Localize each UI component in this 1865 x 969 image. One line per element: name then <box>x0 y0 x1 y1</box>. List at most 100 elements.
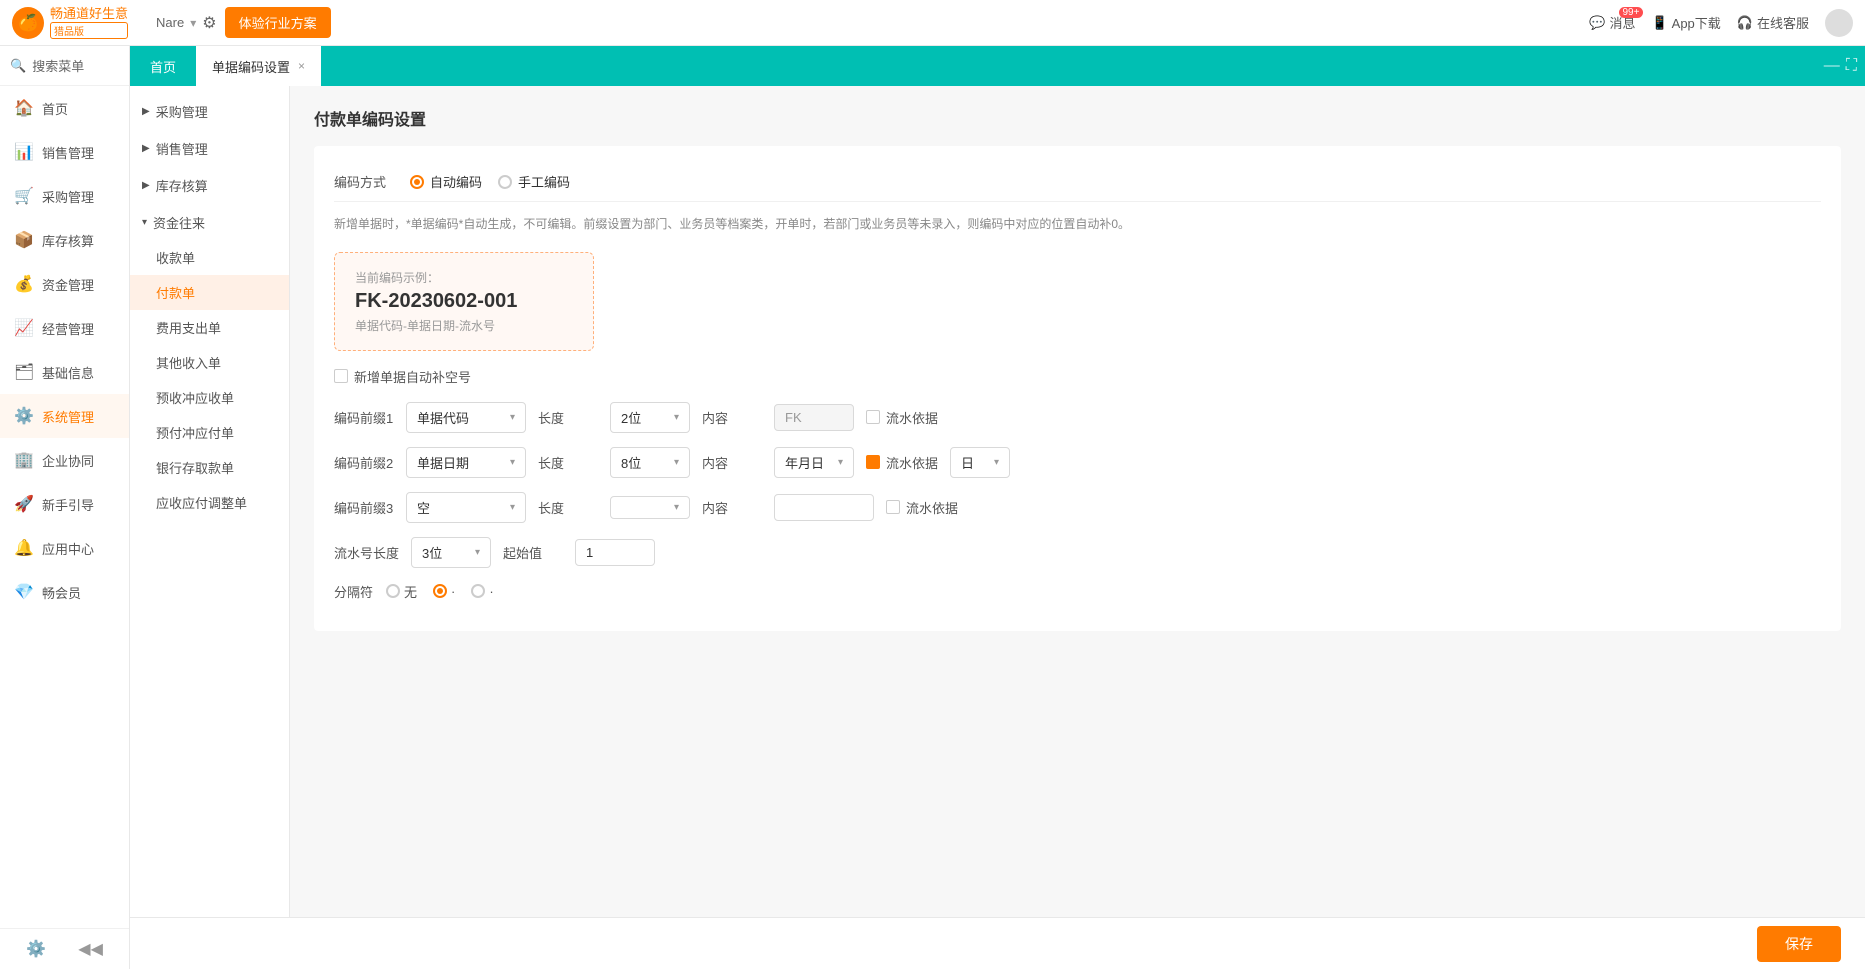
content2-select[interactable]: 年月日 ▾ <box>774 447 854 478</box>
sidebar-item-system[interactable]: ⚙️ 系统管理 <box>0 394 129 438</box>
nav-group-purchase-title[interactable]: ▶采购管理 <box>130 94 289 129</box>
sidebar: 🔍 搜索菜单 🏠 首页 📊 销售管理 🛒 采购管理 📦 库存核算 💰 资金管理 … <box>0 46 130 969</box>
save-button[interactable]: 保存 <box>1757 926 1841 962</box>
settings-icon[interactable]: ⚙ <box>202 13 216 33</box>
sidebar-item-apps[interactable]: 🔔 应用中心 <box>0 526 129 570</box>
search-icon: 🔍 <box>10 58 26 74</box>
basic-info-icon: 🗂 <box>14 362 34 382</box>
experience-button[interactable]: 体验行业方案 <box>225 7 331 38</box>
flow2-option-select[interactable]: 日 ▾ <box>950 447 1010 478</box>
sidebar-item-inventory[interactable]: 📦 库存核算 <box>0 218 129 262</box>
flow3-checkbox-row[interactable]: 流水依据 <box>886 498 958 517</box>
sidebar-item-operations[interactable]: 📈 经营管理 <box>0 306 129 350</box>
nav-group-finance-title[interactable]: ▾资金往来 <box>130 205 289 240</box>
nav-chevron-icon: ▾ <box>190 16 196 30</box>
top-bar-left: 🍊 畅通道好生意 猎品版 Nare ▾ ⚙ 体验行业方案 <box>12 6 331 39</box>
nav-item-prepay-payable[interactable]: 预付冲应付单 <box>130 415 289 450</box>
serial-length-select[interactable]: 3位 ▾ <box>411 537 491 568</box>
prefix1-arrow-icon: ▾ <box>510 412 515 423</box>
auto-fill-checkbox[interactable] <box>334 369 348 383</box>
inventory-icon: 📦 <box>14 230 34 250</box>
start-value-input[interactable] <box>575 539 655 566</box>
nav-item-other-income[interactable]: 其他收入单 <box>130 345 289 380</box>
sidebar-item-guide[interactable]: 🚀 新手引导 <box>0 482 129 526</box>
operations-icon: 📈 <box>14 318 34 338</box>
logo-text: 畅通道好生意 猎品版 <box>50 6 128 39</box>
avatar[interactable] <box>1825 9 1853 37</box>
radio-auto-encode[interactable]: 自动编码 <box>410 172 482 191</box>
length2-select[interactable]: 8位 ▾ <box>610 447 690 478</box>
sidebar-item-basic-info[interactable]: 🗂 基础信息 <box>0 350 129 394</box>
nav-item-bank[interactable]: 银行存取款单 <box>130 450 289 485</box>
tab-minimize-icon[interactable]: — <box>1824 57 1840 75</box>
nav-item-payment[interactable]: 付款单 <box>130 275 289 310</box>
separator-label: 分隔符 <box>334 582 374 601</box>
nav-group-finance: ▾资金往来 收款单 付款单 费用支出单 其他收入单 预收冲应收单 预付冲应付单 … <box>130 205 289 520</box>
flow1-checkbox-row[interactable]: 流水依据 <box>866 408 938 427</box>
start-value-label: 起始值 <box>503 543 563 562</box>
sep-option-none[interactable]: 无 <box>386 582 417 601</box>
app-download-button[interactable]: 📱 App下载 <box>1651 13 1720 32</box>
nav-group-sales: ▶销售管理 <box>130 131 289 166</box>
tab-close-icon[interactable]: × <box>298 59 305 73</box>
top-nav: Nare ▾ ⚙ <box>156 13 217 33</box>
message-count-badge: 99+ <box>1619 7 1644 18</box>
flow2-checkbox-row[interactable]: 流水依据 <box>866 453 938 472</box>
length1-select[interactable]: 2位 ▾ <box>610 402 690 433</box>
flow1-checkbox[interactable] <box>866 410 880 424</box>
sep-dot1-radio <box>433 584 447 598</box>
sidebar-item-finance[interactable]: 💰 资金管理 <box>0 262 129 306</box>
message-button[interactable]: 💬 消息 99+ <box>1589 13 1635 32</box>
sep-dot2-radio <box>471 584 485 598</box>
download-icon: 📱 <box>1651 15 1667 31</box>
settings-card: 编码方式 自动编码 手工编码 <box>314 146 1841 631</box>
sep-option-dot2[interactable]: · <box>471 584 493 599</box>
tab-maximize-icon[interactable]: ⛶ <box>1846 57 1857 75</box>
length3-select[interactable]: ▾ <box>610 496 690 519</box>
sidebar-item-vip[interactable]: 💎 畅会员 <box>0 570 129 614</box>
top-bar: 🍊 畅通道好生意 猎品版 Nare ▾ ⚙ 体验行业方案 💬 消息 99+ 📱 … <box>0 0 1865 46</box>
sidebar-search-button[interactable]: 🔍 搜索菜单 <box>0 46 129 86</box>
auto-fill-label: 新增单据自动补空号 <box>354 367 471 386</box>
sidebar-item-home[interactable]: 🏠 首页 <box>0 86 129 130</box>
radio-auto-dot <box>414 179 420 185</box>
sidebar-item-purchase[interactable]: 🛒 采购管理 <box>0 174 129 218</box>
nav-item-adjustments[interactable]: 应收应付调整单 <box>130 485 289 520</box>
prefix1-select[interactable]: 单据代码 ▾ <box>406 402 526 433</box>
sep-option-dot1[interactable]: · <box>433 584 455 599</box>
tab-bar: 首页 单据编码设置 × — ⛶ <box>130 46 1865 86</box>
flow2-checkbox[interactable] <box>866 455 880 469</box>
tab-encoding-settings[interactable]: 单据编码设置 × <box>196 46 321 86</box>
sidebar-bottom: ⚙️ ◀◀ <box>0 928 129 969</box>
tab-home[interactable]: 首页 <box>130 46 196 86</box>
service-icon: 🎧 <box>1737 15 1753 31</box>
prefix-row-1: 编码前缀1 单据代码 ▾ 长度 2位 ▾ 内容 <box>334 402 1821 433</box>
prefix2-select[interactable]: 单据日期 ▾ <box>406 447 526 478</box>
online-service-button[interactable]: 🎧 在线客服 <box>1737 13 1809 32</box>
flow3-checkbox[interactable] <box>886 500 900 514</box>
auto-fill-row[interactable]: 新增单据自动补空号 <box>334 367 1821 386</box>
prefix3-label: 编码前缀3 <box>334 498 394 517</box>
length3-arrow-icon: ▾ <box>674 502 679 513</box>
sep-dot1-inner <box>437 588 443 594</box>
radio-manual-encode[interactable]: 手工编码 <box>498 172 570 191</box>
nav-item-prepay-receivable[interactable]: 预收冲应收单 <box>130 380 289 415</box>
finance-icon: 💰 <box>14 274 34 294</box>
content3-input[interactable] <box>774 494 874 521</box>
home-icon: 🏠 <box>14 98 34 118</box>
prefix3-select[interactable]: 空 ▾ <box>406 492 526 523</box>
sidebar-collapse-icon[interactable]: ◀◀ <box>78 939 103 959</box>
prefix-row-3: 编码前缀3 空 ▾ 长度 ▾ 内容 <box>334 492 1821 523</box>
sidebar-settings-icon[interactable]: ⚙️ <box>26 939 46 959</box>
sidebar-item-sales[interactable]: 📊 销售管理 <box>0 130 129 174</box>
nav-item-receipts[interactable]: 收款单 <box>130 240 289 275</box>
flow2-option-arrow-icon: ▾ <box>994 457 999 468</box>
nav-group-inventory-title[interactable]: ▶库存核算 <box>130 168 289 203</box>
encoding-label: 编码方式 <box>334 172 386 191</box>
prefix-row-2: 编码前缀2 单据日期 ▾ 长度 8位 ▾ 内容 年月日 <box>334 447 1821 478</box>
sidebar-item-enterprise[interactable]: 🏢 企业协同 <box>0 438 129 482</box>
nav-group-sales-title[interactable]: ▶销售管理 <box>130 131 289 166</box>
nav-item-expenses[interactable]: 费用支出单 <box>130 310 289 345</box>
encoding-type-row: 编码方式 自动编码 手工编码 <box>334 162 1821 202</box>
serial-length-label: 流水号长度 <box>334 543 399 562</box>
